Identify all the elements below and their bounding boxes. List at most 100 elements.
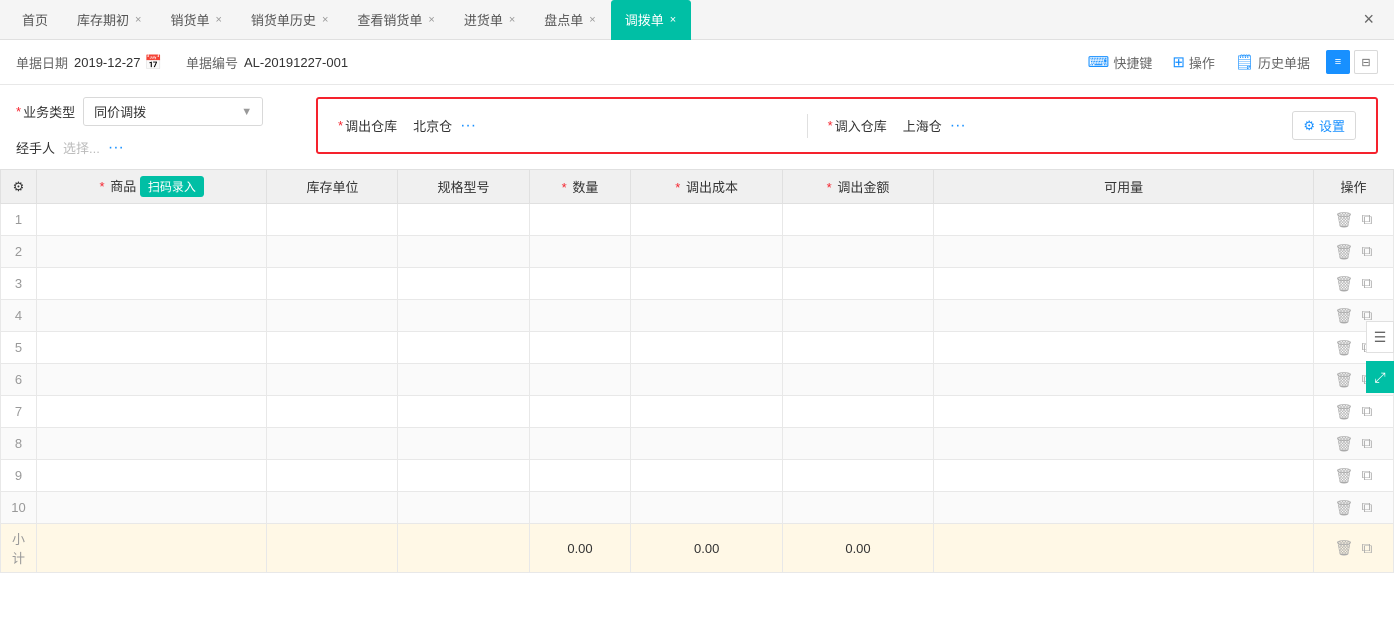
- delete-icon[interactable]: 🗑: [1335, 339, 1354, 357]
- col-header-gear[interactable]: ⚙: [1, 170, 37, 204]
- product-cell[interactable]: [37, 236, 267, 268]
- cost-cell[interactable]: [631, 268, 782, 300]
- delete-icon[interactable]: 🗑: [1335, 275, 1354, 293]
- cost-cell[interactable]: [631, 204, 782, 236]
- delete-icon[interactable]: 🗑: [1335, 403, 1354, 421]
- tab-purchase[interactable]: 进货单 ×: [450, 0, 530, 40]
- product-cell[interactable]: [37, 204, 267, 236]
- grid-view-btn[interactable]: ⊟: [1354, 50, 1378, 74]
- amount-cell[interactable]: [782, 236, 933, 268]
- list-view-btn[interactable]: ≡: [1326, 50, 1350, 74]
- amount-cell[interactable]: [782, 396, 933, 428]
- right-tool-expand[interactable]: ⤢: [1366, 361, 1394, 393]
- copy-icon[interactable]: ⧉: [1362, 540, 1373, 557]
- copy-icon[interactable]: ⧉: [1362, 435, 1373, 452]
- delete-icon[interactable]: 🗑: [1335, 307, 1354, 325]
- quantity-cell[interactable]: [529, 268, 631, 300]
- operation-action[interactable]: ⊞ 操作: [1168, 53, 1215, 72]
- quantity-cell[interactable]: [529, 236, 631, 268]
- delete-icon[interactable]: 🗑: [1335, 467, 1354, 485]
- quantity-cell[interactable]: [529, 460, 631, 492]
- amount-cell[interactable]: [782, 492, 933, 524]
- tab-close-stocktake[interactable]: ×: [589, 14, 595, 26]
- copy-icon[interactable]: ⧉: [1362, 211, 1373, 228]
- quantity-cell[interactable]: [529, 428, 631, 460]
- quantity-cell[interactable]: [529, 300, 631, 332]
- copy-icon[interactable]: ⧉: [1362, 403, 1373, 420]
- tab-close-sales[interactable]: ×: [215, 14, 221, 26]
- quantity-cell[interactable]: [529, 492, 631, 524]
- amount-cell[interactable]: [782, 300, 933, 332]
- doc-no-field: 单据编号 AL-20191227-001: [186, 53, 348, 72]
- row-num-cell: 2: [1, 236, 37, 268]
- cost-cell[interactable]: [631, 364, 782, 396]
- warehouse-in-more-icon[interactable]: ···: [950, 117, 966, 135]
- unit-cell: [267, 460, 398, 492]
- product-cell[interactable]: [37, 332, 267, 364]
- history-action[interactable]: 🗒 历史单据: [1231, 53, 1310, 72]
- quantity-cell[interactable]: [529, 204, 631, 236]
- quantity-cell[interactable]: [529, 364, 631, 396]
- amount-cell[interactable]: [782, 204, 933, 236]
- amount-cell[interactable]: [782, 332, 933, 364]
- product-cell[interactable]: [37, 364, 267, 396]
- tab-sales[interactable]: 销货单 ×: [156, 0, 236, 40]
- cost-cell[interactable]: [631, 492, 782, 524]
- cost-cell[interactable]: [631, 460, 782, 492]
- biz-type-select[interactable]: 同价调拨 ▼: [83, 97, 263, 126]
- amount-cell[interactable]: [782, 364, 933, 396]
- product-cell[interactable]: [37, 492, 267, 524]
- amount-cell[interactable]: [782, 268, 933, 300]
- product-cell[interactable]: [37, 396, 267, 428]
- shortcut-action[interactable]: ⌨ 快捷键: [1084, 53, 1153, 72]
- spec-cell: [398, 460, 529, 492]
- product-cell[interactable]: [37, 268, 267, 300]
- tab-view-sales[interactable]: 查看销货单 ×: [343, 0, 449, 40]
- amount-cell[interactable]: [782, 428, 933, 460]
- delete-icon[interactable]: 🗑: [1335, 243, 1354, 261]
- tab-home[interactable]: 首页: [8, 0, 63, 40]
- product-cell[interactable]: [37, 300, 267, 332]
- available-cell: [934, 492, 1314, 524]
- product-cell[interactable]: [37, 460, 267, 492]
- copy-icon[interactable]: ⧉: [1362, 467, 1373, 484]
- delete-icon[interactable]: 🗑: [1335, 499, 1354, 517]
- right-tool-list[interactable]: ☰: [1366, 321, 1394, 353]
- amount-cell[interactable]: [782, 460, 933, 492]
- cost-cell[interactable]: [631, 428, 782, 460]
- cost-cell[interactable]: [631, 396, 782, 428]
- tab-inventory-init[interactable]: 库存期初 ×: [63, 0, 156, 40]
- tab-close-view-sales[interactable]: ×: [428, 14, 434, 26]
- spec-cell: [398, 236, 529, 268]
- col-header-action: 操作: [1314, 170, 1394, 204]
- person-select[interactable]: 选择...: [63, 138, 100, 157]
- scan-button[interactable]: 扫码录入: [140, 176, 204, 197]
- calendar-icon[interactable]: 📅: [145, 54, 162, 71]
- available-cell: [934, 396, 1314, 428]
- product-cell[interactable]: [37, 428, 267, 460]
- delete-icon[interactable]: 🗑: [1335, 211, 1354, 229]
- warehouse-out-more-icon[interactable]: ···: [460, 117, 476, 135]
- window-close-button[interactable]: ×: [1351, 9, 1386, 30]
- tab-transfer[interactable]: 调拨单 ×: [611, 0, 691, 40]
- quantity-cell[interactable]: [529, 332, 631, 364]
- tab-close-purchase[interactable]: ×: [509, 14, 515, 26]
- delete-icon[interactable]: 🗑: [1335, 435, 1354, 453]
- quantity-cell[interactable]: [529, 396, 631, 428]
- cost-cell[interactable]: [631, 300, 782, 332]
- tab-close-sales-history[interactable]: ×: [322, 14, 328, 26]
- subtotal-quantity-cell: 0.00: [529, 524, 631, 573]
- tab-bar: 首页 库存期初 × 销货单 × 销货单历史 × 查看销货单 × 进货单 × 盘点…: [0, 0, 1394, 40]
- delete-icon[interactable]: 🗑: [1335, 371, 1354, 389]
- copy-icon[interactable]: ⧉: [1362, 499, 1373, 516]
- cost-cell[interactable]: [631, 332, 782, 364]
- delete-icon[interactable]: 🗑: [1335, 539, 1354, 557]
- cost-cell[interactable]: [631, 236, 782, 268]
- tab-sales-history[interactable]: 销货单历史 ×: [237, 0, 343, 40]
- subtotal-label-cell: 小计: [1, 524, 37, 573]
- tab-close-transfer[interactable]: ×: [670, 14, 676, 26]
- person-more-icon[interactable]: ···: [108, 139, 124, 157]
- tab-close-inventory-init[interactable]: ×: [135, 14, 141, 26]
- tab-stocktake[interactable]: 盘点单 ×: [530, 0, 610, 40]
- settings-button[interactable]: ⚙ 设置: [1292, 111, 1356, 140]
